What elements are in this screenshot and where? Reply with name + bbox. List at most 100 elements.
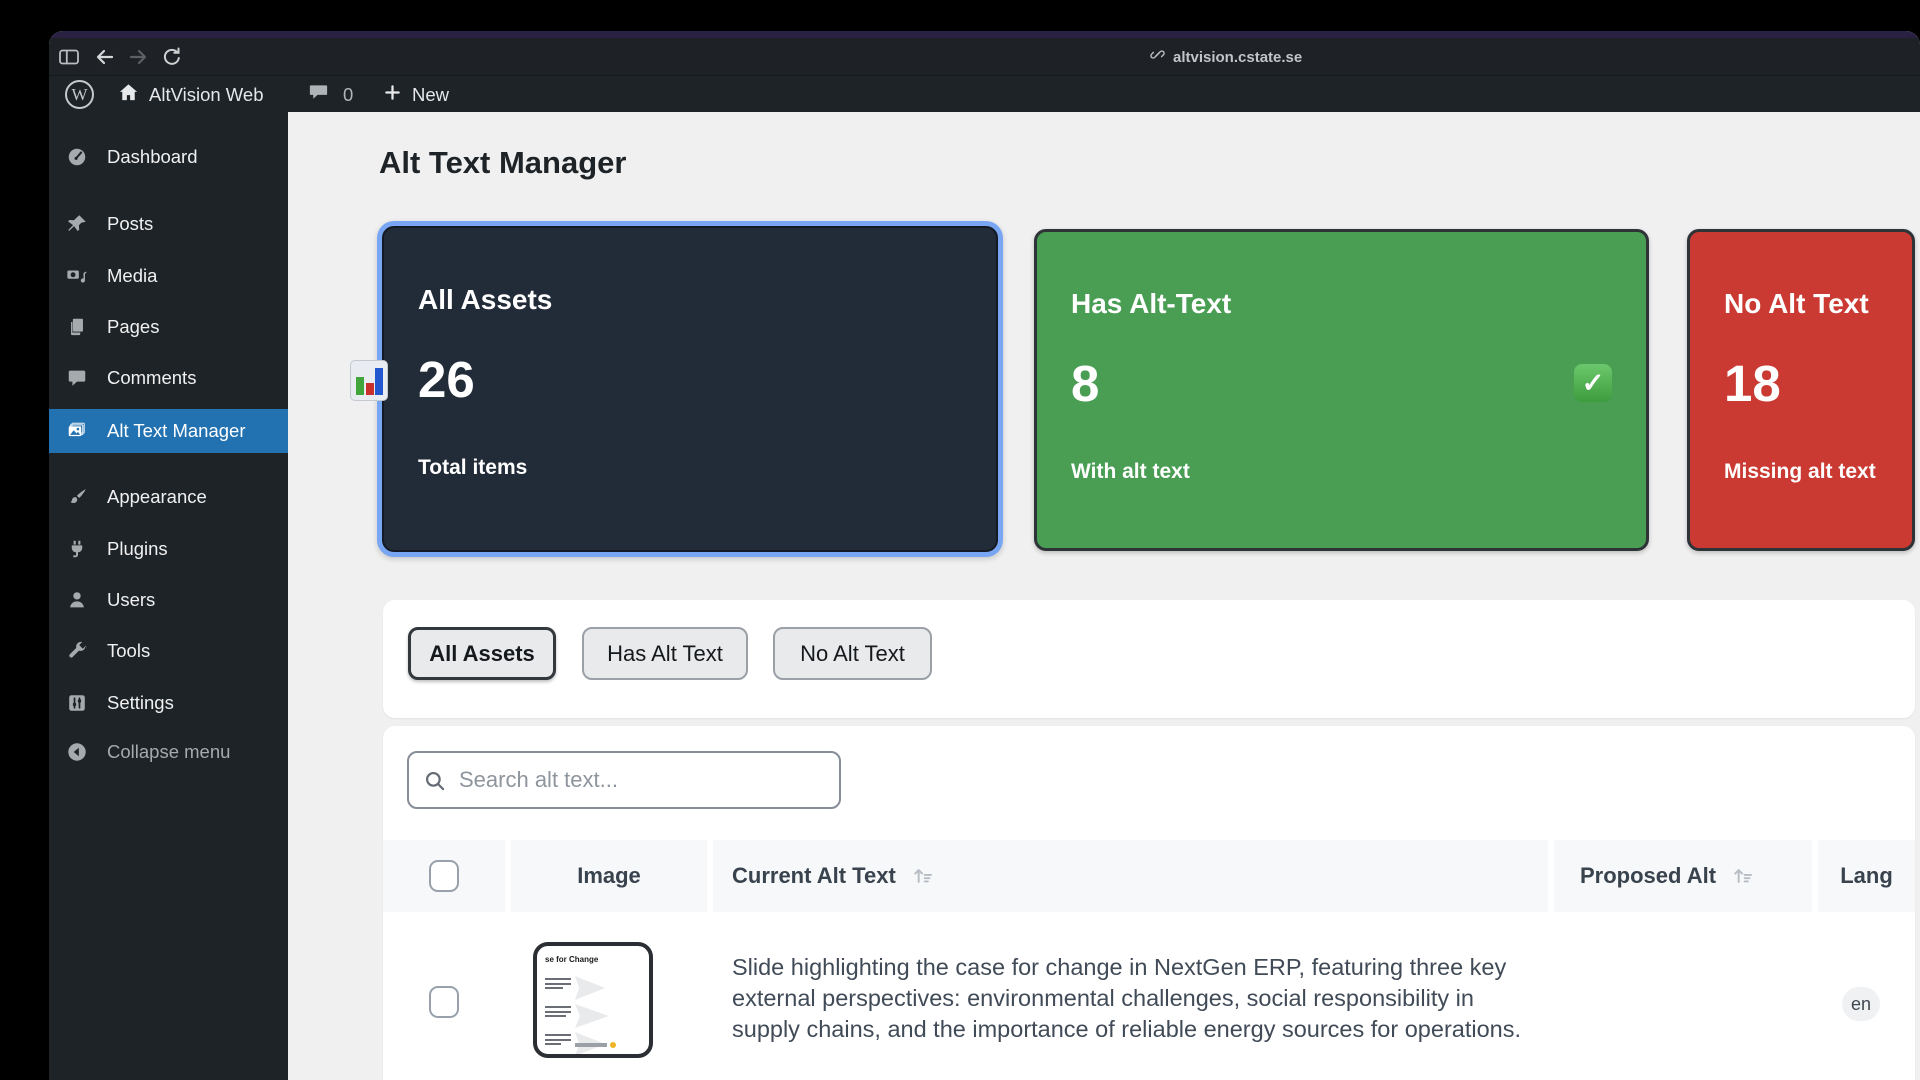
browser-toolbar: altvision.cstate.se (49, 38, 1920, 75)
collapse-arrow-icon (66, 741, 88, 763)
comments-count: 0 (343, 84, 353, 106)
stat-card-has-alt-text[interactable]: Has Alt-Text 8 With alt text ✓ (1034, 229, 1649, 551)
thumb-logo (575, 1043, 607, 1047)
filter-panel: All Assets Has Alt Text No Alt Text (383, 600, 1915, 718)
plus-icon (382, 82, 403, 108)
plug-icon (66, 538, 88, 560)
thumb-text-block (545, 1034, 571, 1048)
sidebar-item-media[interactable]: Media (49, 255, 288, 297)
sidebar-item-label: Posts (107, 213, 153, 235)
dashboard-icon (66, 146, 88, 168)
thumb-chevron (575, 1004, 609, 1028)
admin-sidebar: Dashboard Posts Media Pages Comments Alt… (49, 112, 288, 1080)
comment-icon (307, 81, 330, 109)
sidebar-item-label: Appearance (107, 486, 207, 508)
sidebar-item-users[interactable]: Users (49, 579, 288, 621)
search-icon (422, 768, 448, 794)
sidebar-item-label: Collapse menu (107, 741, 230, 763)
sidebar-item-label: Comments (107, 367, 196, 389)
column-label: Proposed Alt (1580, 863, 1716, 889)
sidebar-item-label: Dashboard (107, 146, 198, 168)
filter-no-alt-text-button[interactable]: No Alt Text (773, 627, 932, 680)
sort-icon[interactable] (1730, 863, 1756, 889)
card-value: 26 (418, 350, 475, 409)
sidebar-item-posts[interactable]: Posts (49, 203, 288, 245)
column-label: Image (577, 863, 641, 889)
site-menu[interactable]: AltVision Web (117, 76, 264, 113)
check-mark-icon: ✓ (1574, 364, 1612, 402)
sidebar-item-collapse-menu[interactable]: Collapse menu (49, 731, 288, 773)
main-content: Alt Text Manager All Assets 26 Total ite… (288, 112, 1920, 1080)
search-box (407, 751, 841, 809)
comments-shortcut[interactable]: 0 (307, 76, 353, 113)
forward-icon[interactable] (126, 45, 150, 69)
sidebar-item-comments[interactable]: Comments (49, 357, 288, 399)
back-icon[interactable] (93, 45, 117, 69)
sidebar-toggle-icon[interactable] (57, 45, 81, 69)
sidebar-item-label: Tools (107, 640, 150, 662)
sliders-icon (66, 692, 88, 714)
new-content-button[interactable]: New (382, 76, 449, 113)
card-title: All Assets (418, 284, 552, 316)
card-caption: Total items (418, 456, 527, 480)
stat-card-all-assets[interactable]: All Assets 26 Total items (382, 226, 998, 552)
sidebar-item-label: Pages (107, 316, 159, 338)
card-title: No Alt Text (1724, 288, 1869, 320)
column-label: Current Alt Text (732, 863, 896, 889)
wordpress-logo-icon[interactable]: W (65, 80, 94, 109)
lang-badge: en (1842, 987, 1880, 1021)
brush-icon (66, 486, 88, 508)
header-proposed-alt[interactable]: Proposed Alt (1554, 840, 1812, 912)
new-label: New (412, 84, 449, 106)
thumbnail-title: se for Change (545, 955, 598, 964)
browser-window: altvision.cstate.se W AltVision Web 0 Ne… (49, 31, 1920, 1080)
person-icon (66, 589, 88, 611)
home-icon (117, 81, 140, 109)
selected-card-ring: All Assets 26 Total items (377, 221, 1003, 557)
column-label: Lang (1840, 863, 1893, 889)
url-text: altvision.cstate.se (1173, 49, 1302, 66)
thumb-logo-dot (610, 1042, 616, 1048)
header-select-all-cell (383, 840, 505, 912)
card-caption: Missing alt text (1724, 460, 1876, 484)
sort-icon[interactable] (910, 863, 936, 889)
card-value: 18 (1724, 354, 1781, 413)
sidebar-item-label: Users (107, 589, 155, 611)
pushpin-icon (66, 213, 88, 235)
address-bar[interactable]: altvision.cstate.se (1149, 44, 1302, 70)
sidebar-item-settings[interactable]: Settings (49, 682, 288, 724)
pages-icon (66, 316, 88, 338)
comment-bubble-icon (66, 367, 88, 389)
desktop: altvision.cstate.se W AltVision Web 0 Ne… (0, 0, 1920, 1080)
stat-card-no-alt-text[interactable]: No Alt Text 18 Missing alt text (1687, 229, 1915, 551)
card-caption: With alt text (1071, 460, 1190, 484)
search-input[interactable] (459, 757, 829, 803)
site-name: AltVision Web (149, 84, 264, 106)
thumb-chevron (575, 976, 605, 1000)
header-lang: Lang (1818, 840, 1915, 912)
card-title: Has Alt-Text (1071, 288, 1231, 320)
asset-thumbnail[interactable]: se for Change (533, 942, 653, 1058)
sidebar-item-plugins[interactable]: Plugins (49, 528, 288, 570)
assets-table-panel: Image Current Alt Text Proposed Alt Lang… (383, 726, 1915, 1080)
row-checkbox[interactable] (429, 986, 459, 1018)
camera-icon (66, 265, 88, 287)
card-value: 8 (1071, 354, 1099, 413)
sidebar-item-dashboard[interactable]: Dashboard (49, 136, 288, 178)
filter-all-assets-button[interactable]: All Assets (408, 627, 556, 680)
image-stack-icon (66, 420, 88, 442)
sidebar-item-label: Settings (107, 692, 174, 714)
sidebar-item-appearance[interactable]: Appearance (49, 476, 288, 518)
window-top-strip (49, 31, 1920, 38)
header-current-alt-text[interactable]: Current Alt Text (713, 840, 1548, 912)
page-title: Alt Text Manager (379, 145, 626, 181)
sidebar-item-tools[interactable]: Tools (49, 630, 288, 672)
select-all-checkbox[interactable] (429, 860, 459, 892)
filter-has-alt-text-button[interactable]: Has Alt Text (582, 627, 748, 680)
sidebar-item-label: Plugins (107, 538, 168, 560)
current-alt-text: Slide highlighting the case for change i… (732, 952, 1522, 1045)
sidebar-item-pages[interactable]: Pages (49, 306, 288, 348)
reload-icon[interactable] (159, 45, 183, 69)
sidebar-item-alt-text-manager[interactable]: Alt Text Manager (49, 409, 288, 453)
bar-chart-icon (350, 360, 388, 401)
